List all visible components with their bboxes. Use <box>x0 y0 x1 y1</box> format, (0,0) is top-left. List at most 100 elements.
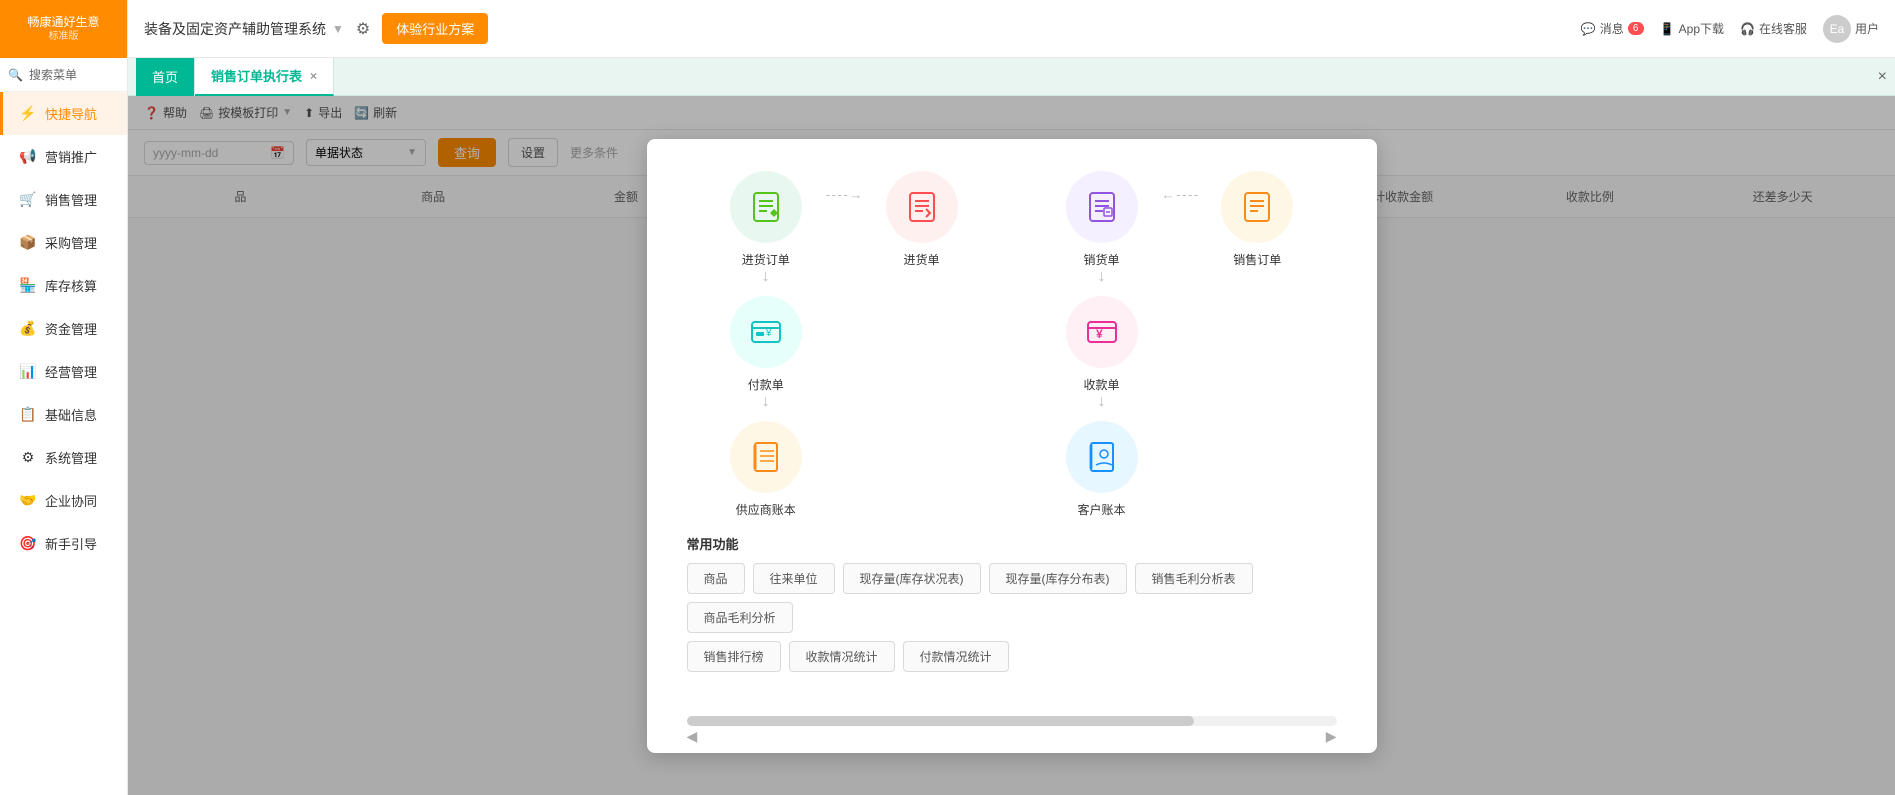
tab-close-btn[interactable]: × <box>310 69 317 83</box>
common-section-title: 常用功能 <box>687 534 1337 553</box>
tab-home[interactable]: 首页 <box>136 58 195 96</box>
arrow-down-4: ↓ <box>1098 393 1106 413</box>
scroll-right-arrow[interactable]: ▶ <box>1326 728 1337 745</box>
common-btn-7[interactable]: 收款情况统计 <box>789 641 895 672</box>
sale-order-label: 销售订单 <box>1233 251 1281 268</box>
common-btn-8[interactable]: 付款情况统计 <box>903 641 1009 672</box>
avatar-text: Ea <box>1830 22 1845 36</box>
flow-node-purchase-order[interactable]: 进货订单 <box>706 171 826 268</box>
scroll-arrows: ◀ ▶ <box>687 728 1337 745</box>
customer-ledger-label: 客户账本 <box>1077 501 1125 518</box>
customer-ledger-icon <box>1066 421 1138 493</box>
receipt-icon: ¥ <box>1066 296 1138 368</box>
topbar: 装备及固定资产辅助管理系统 ▼ ⚙ 体验行业方案 💬 消息 6 📱 App下载 … <box>128 0 1895 58</box>
quick-nav-icon: ⚡ <box>19 105 37 123</box>
common-btn-1[interactable]: 往来单位 <box>753 563 835 594</box>
svg-text:¥: ¥ <box>1096 327 1103 341</box>
inventory-icon: 🏪 <box>19 277 37 295</box>
flow-node-receipt[interactable]: ¥ 收款单 <box>1042 296 1162 393</box>
common-functions-section: 常用功能 商品往来单位现存量(库存状况表) 现存量(库存分布表) 销售毛利分析表商品… <box>687 534 1337 672</box>
purchase-order-label: 进货订单 <box>742 251 790 268</box>
experience-btn[interactable]: 体验行业方案 <box>382 13 488 44</box>
sidebar-nav: ⚡快捷导航📢营销推广🛒销售管理📦采购管理🏪库存核算💰资金管理📊经营管理📋基础信息… <box>0 92 127 565</box>
system-title-area: 装备及固定资产辅助管理系统 ▼ <box>144 19 344 39</box>
basic-icon: 📋 <box>19 406 37 424</box>
app-download-btn[interactable]: 📱 App下载 <box>1660 20 1724 37</box>
tab-sales-label: 销售订单执行表 <box>211 66 302 85</box>
sidebar-item-purchase[interactable]: 📦采购管理 <box>0 221 127 264</box>
flow-node-payment[interactable]: ¥ 付款单 <box>706 296 826 393</box>
message-btn[interactable]: 💬 消息 6 <box>1581 20 1644 37</box>
logo-line2: 标准版 <box>27 30 99 44</box>
receipt-label: 收款单 <box>1083 376 1119 393</box>
sales-icon: 🛒 <box>19 191 37 209</box>
sale-bill-icon <box>1066 171 1138 243</box>
online-service-btn[interactable]: 🎧 在线客服 <box>1740 20 1807 37</box>
user-label: 用户 <box>1855 20 1879 37</box>
scrollbar-thumb[interactable] <box>687 716 1194 726</box>
purchase-bill-label: 进货单 <box>903 251 939 268</box>
common-btn-5[interactable]: 商品毛利分析 <box>687 602 793 633</box>
content-area: ❓ 帮助 🖨 按模板打印 ▼ ⬆ 导出 🔄 刷新 <box>128 96 1895 795</box>
modal-scrollbar[interactable] <box>687 716 1337 726</box>
logo-text: 畅康通好生意 标准版 <box>27 14 99 45</box>
sidebar-item-sales[interactable]: 🛒销售管理 <box>0 178 127 221</box>
common-btn-3[interactable]: 现存量(库存分布表) <box>989 563 1127 594</box>
operation-icon: 📊 <box>19 363 37 381</box>
tab-bar-close-btn[interactable]: × <box>1878 68 1887 86</box>
sale-order-icon <box>1221 171 1293 243</box>
message-label: 消息 <box>1600 20 1624 37</box>
col-sale-order: 销售订单 <box>1197 171 1317 368</box>
sidebar-item-guide[interactable]: 🎯新手引导 <box>0 522 127 565</box>
common-btn-6[interactable]: 销售排行榜 <box>687 641 781 672</box>
message-icon: 💬 <box>1581 22 1596 36</box>
system-icon: ⚙ <box>19 449 37 467</box>
flow-diagram: 进货订单 ↓ ¥ 付款单 ↓ <box>687 171 1337 518</box>
avatar: Ea <box>1823 15 1851 43</box>
arrow-down-3: ↓ <box>762 393 770 413</box>
user-area[interactable]: Ea 用户 <box>1823 15 1879 43</box>
tab-home-label: 首页 <box>152 67 178 86</box>
search-menu[interactable]: 🔍 搜索菜单 <box>0 58 127 92</box>
purchase-bill-icon <box>886 171 958 243</box>
logo-area: 畅康通好生意 标准版 <box>0 0 127 58</box>
app-download-label: App下载 <box>1679 20 1724 37</box>
scroll-left-arrow[interactable]: ◀ <box>687 728 698 745</box>
sidebar-item-marketing[interactable]: 📢营销推广 <box>0 135 127 178</box>
sidebar-item-basic[interactable]: 📋基础信息 <box>0 393 127 436</box>
common-btn-4[interactable]: 销售毛利分析表 <box>1135 563 1253 594</box>
flow-node-sale-bill[interactable]: 销货单 <box>1042 171 1162 268</box>
topbar-right: 💬 消息 6 📱 App下载 🎧 在线客服 Ea 用户 <box>1581 15 1879 43</box>
sidebar-item-enterprise[interactable]: 🤝企业协同 <box>0 479 127 522</box>
flow-node-supplier-ledger[interactable]: 供应商账本 <box>706 421 826 518</box>
modal-overlay[interactable]: 进货订单 ↓ ¥ 付款单 ↓ <box>128 96 1895 795</box>
purchase-icon: 📦 <box>19 234 37 252</box>
arrow-h-1: - - - - → <box>826 171 862 202</box>
arrow-down-2: ↓ <box>1098 268 1106 288</box>
chevron-down-icon[interactable]: ▼ <box>332 22 344 36</box>
payment-icon: ¥ <box>730 296 802 368</box>
flow-node-purchase-bill[interactable]: 进货单 <box>862 171 982 268</box>
sidebar: 畅康通好生意 标准版 🔍 搜索菜单 ⚡快捷导航📢营销推广🛒销售管理📦采购管理🏪库… <box>0 0 128 795</box>
sidebar-item-quick-nav[interactable]: ⚡快捷导航 <box>0 92 127 135</box>
app-download-icon: 📱 <box>1660 22 1675 36</box>
tab-bar: 首页 销售订单执行表 × × <box>128 58 1895 96</box>
flow-node-customer-ledger[interactable]: 客户账本 <box>1042 421 1162 518</box>
main-area: 装备及固定资产辅助管理系统 ▼ ⚙ 体验行业方案 💬 消息 6 📱 App下载 … <box>128 0 1895 795</box>
modal-scroll-area: ◀ ▶ <box>647 712 1377 753</box>
common-btn-0[interactable]: 商品 <box>687 563 745 594</box>
tab-sales-order[interactable]: 销售订单执行表 × <box>195 58 334 96</box>
sidebar-item-operation[interactable]: 📊经营管理 <box>0 350 127 393</box>
supplier-ledger-label: 供应商账本 <box>736 501 796 518</box>
flow-node-sale-order[interactable]: 销售订单 <box>1197 171 1317 268</box>
purchase-order-icon <box>730 171 802 243</box>
payment-label: 付款单 <box>748 376 784 393</box>
sidebar-item-system[interactable]: ⚙系统管理 <box>0 436 127 479</box>
svg-text:¥: ¥ <box>765 328 772 339</box>
common-btn-2[interactable]: 现存量(库存状况表) <box>843 563 981 594</box>
col-purchase: 进货订单 ↓ ¥ 付款单 ↓ <box>706 171 826 518</box>
quick-nav-modal: 进货订单 ↓ ¥ 付款单 ↓ <box>647 139 1377 753</box>
sidebar-item-finance[interactable]: 💰资金管理 <box>0 307 127 350</box>
settings-icon[interactable]: ⚙ <box>356 19 370 39</box>
sidebar-item-inventory[interactable]: 🏪库存核算 <box>0 264 127 307</box>
